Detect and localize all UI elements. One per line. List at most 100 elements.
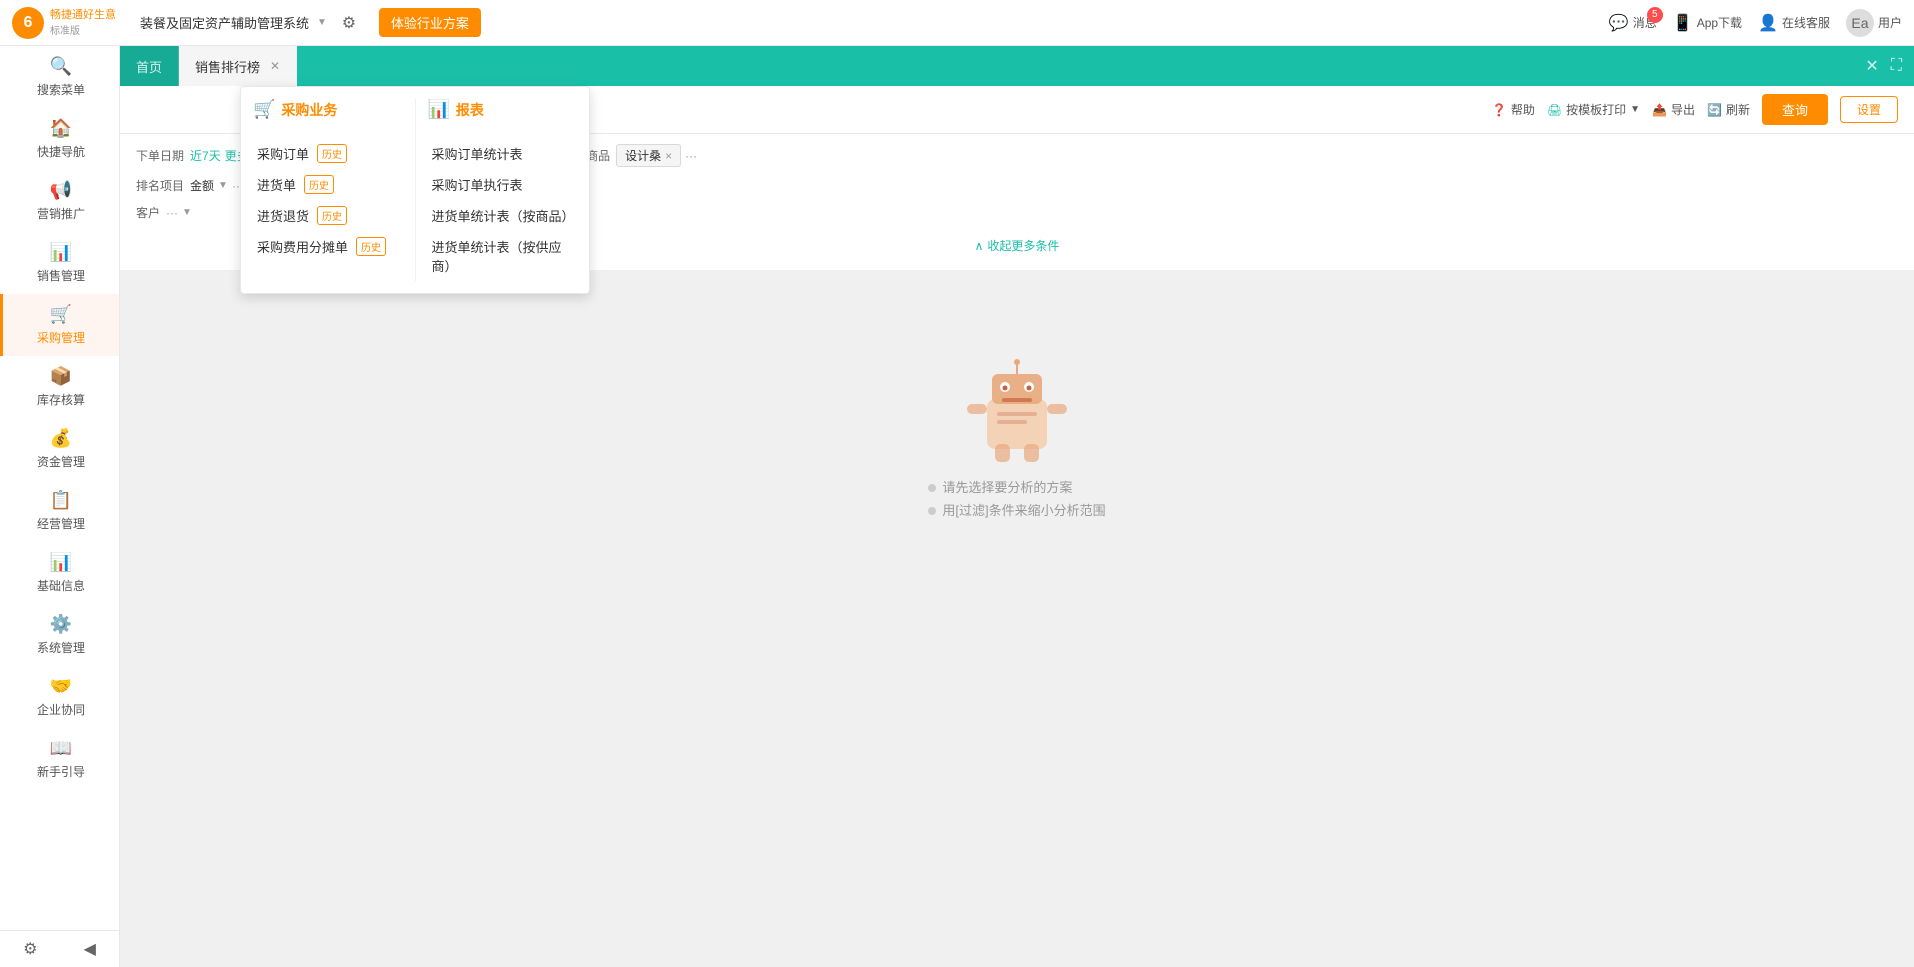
print-dropdown-icon[interactable]: ▼ (1630, 104, 1640, 115)
gr-stats-goods-label: 进货单统计表（按商品） (432, 206, 574, 225)
sidebar-label-basic: 基础信息 (37, 577, 85, 594)
goods-receipt-label: 进货单 (257, 175, 296, 194)
search-icon: 🔍 (50, 56, 72, 77)
purchase-section-title: 采购业务 (281, 100, 337, 120)
sidebar-label-sales: 销售管理 (37, 267, 85, 284)
sidebar-label-search: 搜索菜单 (37, 81, 85, 98)
dropdown-menu: 🛒 采购业务 采购订单 历史 进货单 历史 进货退货 (240, 86, 590, 294)
tab-close-window-btn[interactable]: ✕ (1861, 52, 1882, 80)
export-label: 导出 (1671, 101, 1695, 118)
sidebar-label-marketing: 营销推广 (37, 205, 85, 222)
logo-area: 6 畅捷通好生意 标准版 (12, 7, 132, 39)
customer-label: 客户 (136, 204, 160, 221)
avatar: Ea (1846, 9, 1874, 37)
dropdown-item-goods-receipt[interactable]: 进货单 历史 (253, 169, 403, 200)
industry-btn[interactable]: 体验行业方案 (379, 8, 481, 37)
dropdown-col-purchase: 🛒 采购业务 采购订单 历史 进货单 历史 进货退货 (241, 99, 416, 281)
print-btn[interactable]: 🖨 按模板打印 ▼ (1547, 101, 1640, 118)
dropdown-item-gr-stats-goods[interactable]: 进货单统计表（按商品） (428, 200, 578, 231)
sidebar-collapse-btn[interactable]: ◀ (84, 939, 96, 959)
logo-line1: 畅捷通好生意 (50, 8, 116, 22)
system-settings-icon[interactable]: ⚙ (335, 9, 363, 37)
home-icon: 🏠 (50, 118, 72, 139)
empty-tip1: 请先选择要分析的方案 (928, 476, 1105, 499)
empty-tip2: 用[过滤]条件来缩小分析范围 (928, 499, 1105, 522)
goods-dots[interactable]: ··· (685, 149, 697, 163)
user-action[interactable]: Ea 用户 (1846, 9, 1902, 37)
sidebar-label-quicknav: 快捷导航 (37, 143, 85, 160)
empty-illustration (962, 354, 1072, 464)
sidebar-item-enterprise[interactable]: 🤝 企业协同 (0, 666, 119, 728)
ea-label: Ea (1851, 15, 1868, 31)
sidebar-settings-btn[interactable]: ⚙ (23, 939, 37, 959)
sidebar-label-system: 系统管理 (37, 639, 85, 656)
goods-tag: 设计桑 × (616, 144, 681, 167)
gr-history-badge: 历史 (304, 175, 334, 194)
app-download-label: App下载 (1697, 14, 1742, 31)
main-layout: 🔍 搜索菜单 🏠 快捷导航 📢 营销推广 📊 销售管理 🛒 采购管理 📦 库存核… (0, 46, 1914, 967)
system-title-area: 装餐及固定资产辅助管理系统 ▼ ⚙ 体验行业方案 (140, 8, 481, 37)
content-area: 首页 销售排行榜 ✕ ✕ ⛶ ❓ 帮助 🖨 按模板打印 (120, 46, 1914, 967)
settings-btn[interactable]: 设置 (1840, 96, 1898, 123)
refresh-btn[interactable]: 🔄 刷新 (1707, 101, 1750, 118)
customer-dots[interactable]: ··· (166, 206, 178, 220)
tab-close-icon[interactable]: ✕ (270, 59, 280, 73)
tab-fullscreen-btn[interactable]: ⛶ (1887, 53, 1906, 79)
sidebar-item-basic[interactable]: 📊 基础信息 (0, 542, 119, 604)
notification-action[interactable]: 💬 消息 5 (1609, 13, 1657, 33)
header-right: 💬 消息 5 📱 App下载 👤 在线客服 Ea 用户 (1609, 9, 1902, 37)
help-btn[interactable]: ❓ 帮助 (1492, 101, 1535, 118)
sidebar-item-sales[interactable]: 📊 销售管理 (0, 232, 119, 294)
sidebar-item-purchase[interactable]: 🛒 采购管理 (0, 294, 119, 356)
dropdown-report-title: 📊 报表 (428, 99, 578, 126)
sidebar-item-search[interactable]: 🔍 搜索菜单 (0, 46, 119, 108)
sidebar-item-operations[interactable]: 📋 经营管理 (0, 480, 119, 542)
tab-bar-actions: ✕ ⛶ (1861, 46, 1914, 86)
sidebar-item-quicknav[interactable]: 🏠 快捷导航 (0, 108, 119, 170)
sidebar-item-marketing[interactable]: 📢 营销推广 (0, 170, 119, 232)
date-label: 下单日期 (136, 147, 184, 164)
empty-state: 请先选择要分析的方案 用[过滤]条件来缩小分析范围 (120, 274, 1914, 603)
tab-sales-rank[interactable]: 销售排行榜 ✕ (179, 46, 297, 86)
goods-tag-close[interactable]: × (665, 149, 672, 163)
system-dropdown-arrow[interactable]: ▼ (317, 17, 327, 28)
sidebar-label-inventory: 库存核算 (37, 391, 85, 408)
dropdown-item-po-stats[interactable]: 采购订单统计表 (428, 138, 578, 169)
app-download-action[interactable]: 📱 App下载 (1673, 13, 1742, 33)
goods-tag-text: 设计桑 (625, 147, 661, 164)
handshake-icon: 🤝 (50, 676, 72, 697)
collapse-label: 收起更多条件 (987, 237, 1059, 254)
rank-dropdown[interactable]: ▼ (218, 180, 228, 191)
system-title: 装餐及固定资产辅助管理系统 (140, 13, 309, 32)
box-icon: 📦 (50, 366, 72, 387)
dropdown-item-goods-return[interactable]: 进货退货 历史 (253, 200, 403, 231)
sidebar-label-operations: 经营管理 (37, 515, 85, 532)
gr-stats-supplier-label: 进货单统计表（按供应商） (432, 237, 574, 275)
goods-return-label: 进货退货 (257, 206, 309, 225)
logo-text-group: 畅捷通好生意 标准版 (50, 8, 116, 37)
dropdown-columns: 🛒 采购业务 采购订单 历史 进货单 历史 进货退货 (241, 99, 589, 281)
rank-value-text: 金额 (190, 177, 214, 194)
online-service-action[interactable]: 👤 在线客服 (1758, 13, 1830, 33)
logo-line2: 标准版 (50, 22, 116, 37)
sidebar-item-system[interactable]: ⚙️ 系统管理 (0, 604, 119, 666)
tab-home[interactable]: 首页 (120, 46, 179, 86)
tab-sales-rank-label: 销售排行榜 (195, 57, 260, 76)
sidebar-item-guide[interactable]: 📖 新手引导 (0, 728, 119, 790)
dropdown-item-po-exec[interactable]: 采购订单执行表 (428, 169, 578, 200)
sidebar-item-inventory[interactable]: 📦 库存核算 (0, 356, 119, 418)
gear-icon: ⚙️ (50, 614, 72, 635)
report-col-icon: 📊 (428, 99, 450, 120)
logo-icon: 6 (12, 7, 44, 39)
dropdown-item-gr-stats-supplier[interactable]: 进货单统计表（按供应商） (428, 231, 578, 281)
export-btn[interactable]: 📤 导出 (1652, 101, 1695, 118)
user-label: 用户 (1878, 14, 1902, 31)
date-shortcut-7days[interactable]: 近7天 (190, 147, 221, 164)
query-btn[interactable]: 查询 (1762, 94, 1828, 125)
dropdown-item-po[interactable]: 采购订单 历史 (253, 138, 403, 169)
dropdown-item-expense[interactable]: 采购费用分摊单 历史 (253, 231, 403, 262)
customer-dropdown[interactable]: ▼ (182, 207, 192, 218)
sidebar-item-capital[interactable]: 💰 资金管理 (0, 418, 119, 480)
po-stats-label: 采购订单统计表 (432, 144, 523, 163)
sidebar-label-purchase: 采购管理 (37, 329, 85, 346)
